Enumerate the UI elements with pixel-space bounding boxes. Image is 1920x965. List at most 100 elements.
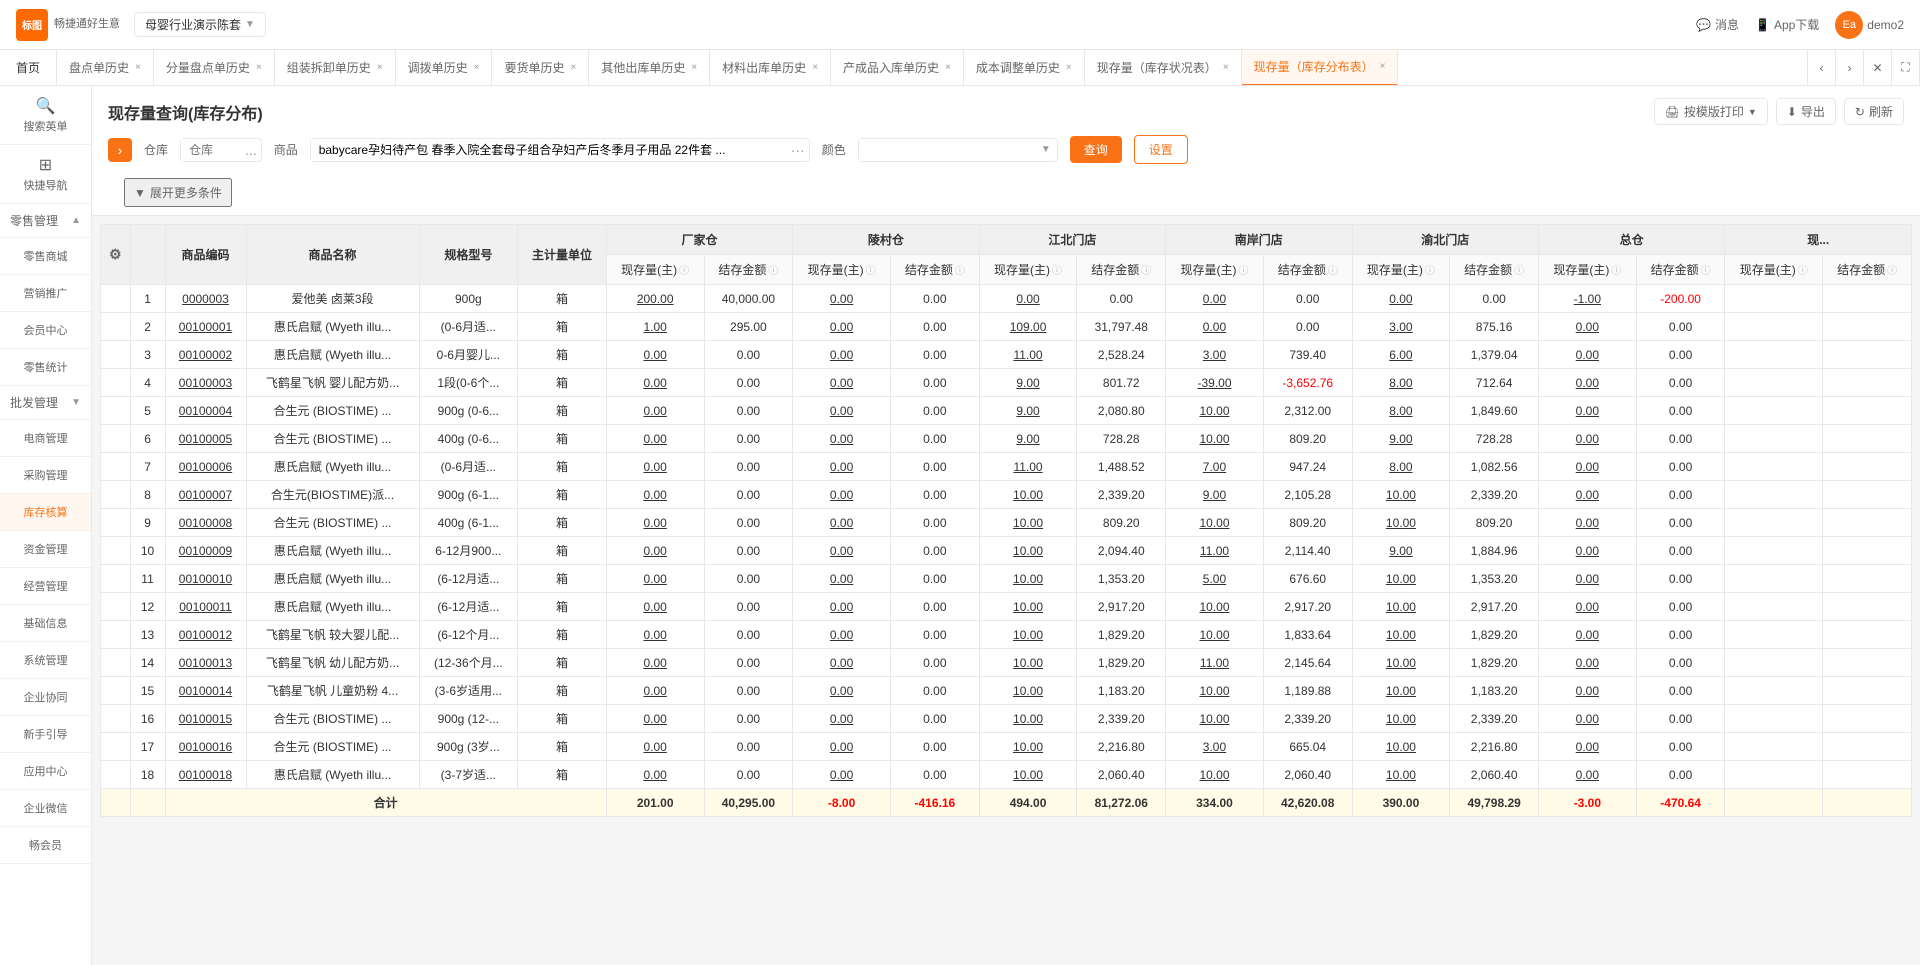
sidebar-item-marketing[interactable]: 营销推广 [0,275,91,312]
print-btn[interactable]: 🖨 按模版打印 ▼ [1654,98,1768,125]
sidebar-item-app-center[interactable]: 应用中心 [0,753,91,790]
row-factory-stock[interactable]: 0.00 [606,453,704,481]
row-total-stock[interactable]: 0.00 [1538,705,1636,733]
row-total-stock[interactable]: 0.00 [1538,397,1636,425]
row-mountain-stock[interactable]: 0.00 [793,285,891,313]
row-jiangbei-stock[interactable]: 10.00 [979,621,1077,649]
warehouse-ellipsis-btn[interactable]: ... [241,142,261,158]
info-icon[interactable]: ⓘ [1328,266,1338,277]
row-yubei-stock[interactable]: 10.00 [1352,621,1450,649]
row-code[interactable]: 00100010 [165,565,246,593]
row-total-stock[interactable]: 0.00 [1538,369,1636,397]
row-mountain-stock[interactable]: 0.00 [793,453,891,481]
row-total-stock[interactable]: 0.00 [1538,509,1636,537]
row-jiangbei-stock[interactable]: 9.00 [979,369,1077,397]
row-nanan-stock[interactable]: 10.00 [1166,425,1264,453]
row-jiangbei-stock[interactable]: 11.00 [979,453,1077,481]
info-icon[interactable]: ⓘ [1141,266,1151,277]
row-total-stock[interactable]: 0.00 [1538,733,1636,761]
row-code[interactable]: 00100014 [165,677,246,705]
row-factory-stock[interactable]: 0.00 [606,369,704,397]
row-mountain-stock[interactable]: 0.00 [793,621,891,649]
row-yubei-stock[interactable]: 10.00 [1352,649,1450,677]
row-mountain-stock[interactable]: 0.00 [793,509,891,537]
row-jiangbei-stock[interactable]: 10.00 [979,733,1077,761]
tab-split-count[interactable]: 分量盘点单历史 × [154,50,275,86]
sidebar-item-membership[interactable]: 畅会员 [0,827,91,864]
close-icon[interactable]: × [474,62,480,73]
row-factory-stock[interactable]: 0.00 [606,341,704,369]
close-icon[interactable]: × [256,62,262,73]
row-total-stock[interactable]: 0.00 [1538,565,1636,593]
row-factory-stock[interactable]: 0.00 [606,761,704,789]
row-total-stock[interactable]: 0.00 [1538,621,1636,649]
row-factory-stock[interactable]: 0.00 [606,733,704,761]
row-yubei-stock[interactable]: 9.00 [1352,537,1450,565]
info-icon[interactable]: ⓘ [1052,266,1062,277]
row-factory-stock[interactable]: 0.00 [606,565,704,593]
row-jiangbei-stock[interactable]: 0.00 [979,285,1077,313]
expand-more-btn[interactable]: ▼ 展开更多条件 [124,178,232,207]
info-icon[interactable]: ⓘ [679,266,689,277]
row-factory-stock[interactable]: 0.00 [606,593,704,621]
row-jiangbei-stock[interactable]: 9.00 [979,397,1077,425]
row-jiangbei-stock[interactable]: 10.00 [979,593,1077,621]
tab-order[interactable]: 要货单历史 × [492,50,589,86]
row-nanan-stock[interactable]: 11.00 [1166,649,1264,677]
info-icon[interactable]: ⓘ [1701,266,1711,277]
row-factory-stock[interactable]: 200.00 [606,285,704,313]
row-nanan-stock[interactable]: 10.00 [1166,621,1264,649]
row-mountain-stock[interactable]: 0.00 [793,313,891,341]
close-icon[interactable]: × [812,62,818,73]
row-jiangbei-stock[interactable]: 10.00 [979,705,1077,733]
row-total-stock[interactable]: 0.00 [1538,593,1636,621]
row-mountain-stock[interactable]: 0.00 [793,565,891,593]
info-icon[interactable]: ⓘ [1238,266,1248,277]
row-jiangbei-stock[interactable]: 9.00 [979,425,1077,453]
row-yubei-stock[interactable]: 9.00 [1352,425,1450,453]
info-icon[interactable]: ⓘ [866,266,876,277]
row-factory-stock[interactable]: 1.00 [606,313,704,341]
row-nanan-stock[interactable]: 5.00 [1166,565,1264,593]
row-nanan-stock[interactable]: -39.00 [1166,369,1264,397]
sidebar-item-finance[interactable]: 资金管理 [0,531,91,568]
product-input[interactable] [311,139,787,161]
row-total-stock[interactable]: -1.00 [1538,285,1636,313]
row-mountain-stock[interactable]: 0.00 [793,761,891,789]
row-code[interactable]: 00100004 [165,397,246,425]
row-nanan-stock[interactable]: 3.00 [1166,733,1264,761]
tab-stock-dist[interactable]: 现存量（库存分布表） × [1242,50,1399,86]
info-icon[interactable]: ⓘ [955,266,965,277]
sidebar-item-new-guide[interactable]: 新手引导 [0,716,91,753]
row-jiangbei-stock[interactable]: 11.00 [979,341,1077,369]
row-factory-stock[interactable]: 0.00 [606,481,704,509]
tab-combo-unpack[interactable]: 组装拆卸单历史 × [275,50,396,86]
row-factory-stock[interactable]: 0.00 [606,425,704,453]
close-icon[interactable]: × [377,62,383,73]
row-mountain-stock[interactable]: 0.00 [793,425,891,453]
sidebar-item-retail-mgmt[interactable]: 零售管理 ▲ [0,204,91,238]
row-jiangbei-stock[interactable]: 10.00 [979,649,1077,677]
sidebar-item-enterprise-collab[interactable]: 企业协同 [0,679,91,716]
tab-home[interactable]: 首页 [0,50,57,86]
row-total-stock[interactable]: 0.00 [1538,341,1636,369]
info-icon[interactable]: ⓘ [1425,266,1435,277]
row-code[interactable]: 00100007 [165,481,246,509]
row-nanan-stock[interactable]: 0.00 [1166,313,1264,341]
row-yubei-stock[interactable]: 8.00 [1352,369,1450,397]
row-jiangbei-stock[interactable]: 10.00 [979,481,1077,509]
row-nanan-stock[interactable]: 0.00 [1166,285,1264,313]
settings-btn[interactable]: 设置 [1134,135,1188,164]
row-code[interactable]: 00100003 [165,369,246,397]
row-yubei-stock[interactable]: 0.00 [1352,285,1450,313]
sidebar-item-search-hero[interactable]: 🔍 搜索英单 [0,86,91,145]
row-yubei-stock[interactable]: 10.00 [1352,593,1450,621]
row-nanan-stock[interactable]: 3.00 [1166,341,1264,369]
tab-product-in[interactable]: 产成品入库单历史 × [831,50,964,86]
info-icon[interactable]: ⓘ [1798,266,1808,277]
tab-stock-status[interactable]: 现存量（库存状况表） × [1085,50,1242,86]
row-mountain-stock[interactable]: 0.00 [793,369,891,397]
module-selector[interactable]: 母婴行业演示陈套 ▼ [134,12,266,37]
message-btn[interactable]: 💬 消息 [1696,16,1739,33]
row-code[interactable]: 00100016 [165,733,246,761]
